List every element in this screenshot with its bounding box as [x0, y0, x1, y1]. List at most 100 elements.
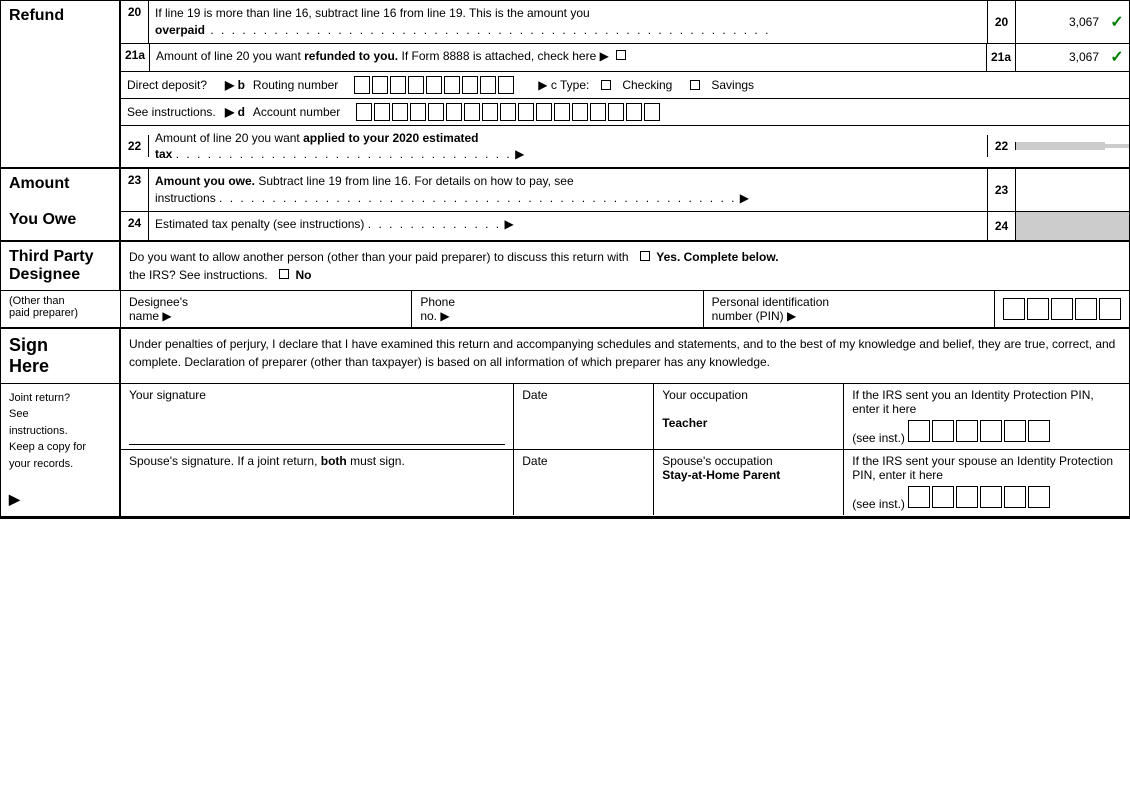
- sign-here-label: Sign Here: [1, 329, 121, 383]
- checking-checkbox[interactable]: [601, 80, 611, 90]
- date-cell-2: Date: [514, 450, 654, 515]
- line-21a-checkmark: ✓: [1105, 44, 1129, 71]
- sign-here-declaration: Under penalties of perjury, I declare th…: [121, 329, 1129, 383]
- routing-label: Routing number: [253, 78, 338, 92]
- line-24-value-shaded: [1015, 212, 1105, 240]
- line-22-num: 22: [121, 135, 149, 157]
- your-occupation-cell: Your occupation Teacher: [654, 384, 844, 449]
- line-21a-field-num: 21a: [986, 44, 1015, 71]
- refund-label: Refund: [1, 1, 121, 167]
- account-label: Account number: [253, 105, 340, 119]
- irs-pin-box-1-3[interactable]: [956, 420, 978, 442]
- date-cell-1: Date: [514, 384, 654, 449]
- line-22-text: Amount of line 20 you want applied to yo…: [149, 126, 987, 168]
- irs-pin-cell-2: If the IRS sent your spouse an Identity …: [844, 450, 1129, 515]
- pin-box-3[interactable]: [1051, 298, 1073, 320]
- line-b-label: ▶ b: [225, 78, 245, 92]
- see-instructions-label: See instructions.: [127, 105, 217, 119]
- line-23-field-num: 23: [987, 169, 1015, 211]
- account-number-boxes[interactable]: [356, 103, 660, 121]
- irs-pin-box-1-4[interactable]: [980, 420, 1002, 442]
- line-20-row: 20 If line 19 is more than line 16, subt…: [121, 1, 1129, 44]
- line-21a-text: Amount of line 20 you want refunded to y…: [150, 44, 986, 71]
- sign-fields-inner: Your signature Date Your occupation Teac…: [121, 384, 1129, 516]
- line-21a-row: 21a Amount of line 20 you want refunded …: [121, 44, 1129, 72]
- amount-you-owe-label: Amount You Owe: [1, 169, 121, 240]
- sign-here-top: Sign Here Under penalties of perjury, I …: [1, 329, 1129, 383]
- deposit-row-b: Direct deposit? ▶ b Routing number ▶ c T…: [121, 72, 1129, 99]
- line-24-checkmark-area: [1105, 212, 1129, 240]
- yes-checkbox[interactable]: [640, 251, 650, 261]
- savings-label: Savings: [711, 78, 754, 92]
- line-23-num: 23: [121, 169, 149, 211]
- line-24-field-num: 24: [987, 212, 1015, 240]
- pin-box-1[interactable]: [1003, 298, 1025, 320]
- type-label: ▶ c Type:: [538, 78, 589, 92]
- line-23-text: Amount you owe. Subtract line 19 from li…: [149, 169, 987, 211]
- refund-content: 20 If line 19 is more than line 16, subt…: [121, 1, 1129, 167]
- line-20-text: If line 19 is more than line 16, subtrac…: [149, 1, 987, 43]
- third-party-section: Third Party Designee Do you want to allo…: [1, 242, 1129, 329]
- irs-pin-box-2-5[interactable]: [1004, 486, 1026, 508]
- pin-box-4[interactable]: [1075, 298, 1097, 320]
- routing-number-boxes[interactable]: [354, 76, 514, 94]
- irs-pin-boxes-1[interactable]: [908, 420, 1050, 442]
- line-22-field-num: 22: [987, 135, 1015, 157]
- third-party-label: Third Party Designee: [1, 242, 121, 290]
- line-24-text: Estimated tax penalty (see instructions)…: [149, 212, 987, 240]
- direct-deposit-label: Direct deposit?: [127, 78, 217, 92]
- sign-here-section: Sign Here Under penalties of perjury, I …: [1, 329, 1129, 518]
- form-8888-checkbox[interactable]: [616, 50, 626, 60]
- sign-here-fields: Joint return? See instructions. Keep a c…: [1, 383, 1129, 516]
- irs-pin-box-2-2[interactable]: [932, 486, 954, 508]
- line-d-label: ▶ d: [225, 105, 245, 119]
- phone-cell: Phone no. ▶: [412, 291, 703, 327]
- other-than-label: (Other than paid preparer): [1, 291, 121, 327]
- no-checkbox[interactable]: [279, 269, 289, 279]
- irs-pin-box-1-2[interactable]: [932, 420, 954, 442]
- pin-label-cell: Personal identification number (PIN) ▶: [704, 291, 995, 327]
- line-20-num: 20: [121, 1, 149, 43]
- line-24-num: 24: [121, 212, 149, 240]
- sign-left-note: Joint return? See instructions. Keep a c…: [1, 384, 121, 516]
- line-20-value: 3,067: [1015, 1, 1105, 43]
- sign-row-1: Your signature Date Your occupation Teac…: [121, 384, 1129, 450]
- irs-pin-box-1-5[interactable]: [1004, 420, 1026, 442]
- irs-pin-box-1-6[interactable]: [1028, 420, 1050, 442]
- savings-checkbox[interactable]: [690, 80, 700, 90]
- pin-box-5[interactable]: [1099, 298, 1121, 320]
- irs-pin-box-2-1[interactable]: [908, 486, 930, 508]
- pin-box-2[interactable]: [1027, 298, 1049, 320]
- line-21a-num: 21a: [121, 44, 150, 71]
- line-22-checkmark-area: [1105, 144, 1129, 148]
- checking-label: Checking: [622, 78, 672, 92]
- irs-pin-box-2-6[interactable]: [1028, 486, 1050, 508]
- irs-pin-box-2-3[interactable]: [956, 486, 978, 508]
- pin-boxes-cell: [995, 291, 1129, 327]
- third-party-top: Third Party Designee Do you want to allo…: [1, 242, 1129, 290]
- amount-you-owe-content: 23 Amount you owe. Subtract line 19 from…: [121, 169, 1129, 240]
- your-signature-cell: Your signature: [121, 384, 514, 449]
- line-24-row: 24 Estimated tax penalty (see instructio…: [121, 212, 1129, 240]
- third-party-question: Do you want to allow another person (oth…: [121, 242, 1129, 290]
- yes-label: Yes. Complete below.: [640, 250, 779, 264]
- spouse-occupation-cell: Spouse's occupation Stay-at-Home Parent: [654, 450, 844, 515]
- line-20-checkmark: ✓: [1105, 1, 1129, 43]
- irs-pin-box-1-1[interactable]: [908, 420, 930, 442]
- spouse-signature-cell: Spouse's signature. If a joint return, b…: [121, 450, 514, 515]
- irs-pin-boxes-2[interactable]: [908, 486, 1050, 508]
- signature-line: [129, 444, 505, 445]
- no-label: No: [279, 268, 311, 282]
- designee-name-cell: Designee's name ▶: [121, 291, 412, 327]
- irs-pin-box-2-4[interactable]: [980, 486, 1002, 508]
- deposit-row-d: See instructions. ▶ d Account number: [121, 99, 1129, 126]
- amount-you-owe-section: Amount You Owe 23 Amount you owe. Subtra…: [1, 169, 1129, 242]
- line-20-field-num: 20: [987, 1, 1015, 43]
- line-22-row: 22 Amount of line 20 you want applied to…: [121, 126, 1129, 168]
- irs-pin-cell-1: If the IRS sent you an Identity Protecti…: [844, 384, 1129, 449]
- third-party-fields: (Other than paid preparer) Designee's na…: [1, 290, 1129, 327]
- line-21a-value: 3,067: [1015, 44, 1105, 71]
- sign-row-2: Spouse's signature. If a joint return, b…: [121, 450, 1129, 515]
- line-22-value-shaded: [1015, 142, 1105, 150]
- line-23-area: [1105, 169, 1129, 211]
